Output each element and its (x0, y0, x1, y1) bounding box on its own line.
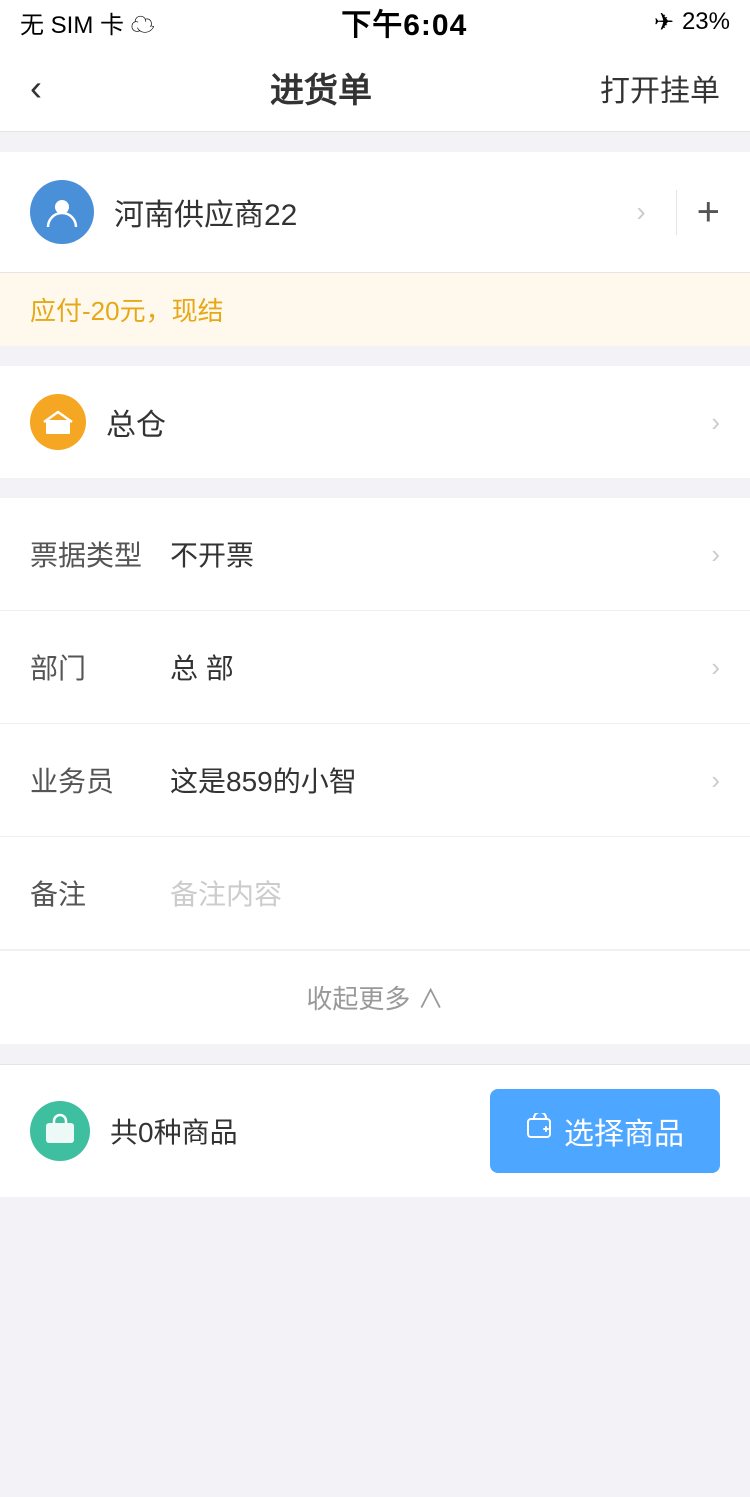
invoice-type-row[interactable]: 票据类型 不开票 › (0, 498, 750, 611)
department-row[interactable]: 部门 总 部 › (0, 611, 750, 724)
section-gap-1 (0, 132, 750, 152)
warehouse-name: 总仓 (106, 400, 711, 444)
bottom-bar: 共0种商品 选择商品 (0, 1064, 750, 1197)
status-right: ✈ 23% (654, 8, 730, 37)
select-product-label: 选择商品 (564, 1109, 684, 1153)
battery-text: 23% (682, 8, 730, 36)
location-icon: ✈ (654, 8, 674, 37)
status-time: 下午6:04 (341, 0, 467, 44)
department-value: 总 部 (170, 647, 711, 687)
section-gap-2 (0, 346, 750, 366)
background-fill (0, 1197, 750, 1497)
section-gap-4 (0, 1044, 750, 1064)
alert-text: 应付-20元，现结 (30, 296, 224, 326)
salesperson-value: 这是859的小智 (170, 760, 711, 800)
salesperson-label: 业务员 (30, 760, 170, 800)
product-icon (30, 1101, 90, 1161)
open-pending-button[interactable]: 打开挂单 (600, 66, 720, 110)
department-label: 部门 (30, 647, 170, 687)
supplier-row[interactable]: 河南供应商22 › + (0, 152, 750, 273)
collapse-row[interactable]: 收起更多 ∧ (0, 950, 750, 1044)
invoice-type-chevron-icon: › (711, 539, 720, 570)
collapse-text: 收起更多 ∧ (306, 979, 443, 1016)
form-section: 票据类型 不开票 › 部门 总 部 › 业务员 这是859的小智 › 备注 备注… (0, 498, 750, 1044)
remark-label: 备注 (30, 873, 170, 913)
supplier-chevron-icon: › (636, 196, 645, 228)
product-count: 共0种商品 (110, 1111, 490, 1151)
select-product-icon (526, 1113, 554, 1149)
add-supplier-button[interactable]: + (676, 190, 720, 235)
select-product-button[interactable]: 选择商品 (490, 1089, 720, 1173)
status-left: 无 SIM 卡 ☁ (20, 5, 155, 40)
nav-bar: ‹ 进货单 打开挂单 (0, 44, 750, 132)
alert-banner: 应付-20元，现结 (0, 273, 750, 346)
warehouse-icon (30, 394, 86, 450)
warehouse-section: 总仓 › (0, 366, 750, 478)
remark-input[interactable]: 备注内容 (170, 873, 720, 913)
salesperson-chevron-icon: › (711, 765, 720, 796)
signal-text: 无 SIM 卡 ☁ (20, 5, 155, 40)
invoice-type-label: 票据类型 (30, 534, 170, 574)
warehouse-row[interactable]: 总仓 › (0, 366, 750, 478)
page-title: 进货单 (270, 63, 372, 112)
status-bar: 无 SIM 卡 ☁ 下午6:04 ✈ 23% (0, 0, 750, 44)
section-gap-3 (0, 478, 750, 498)
remark-row[interactable]: 备注 备注内容 (0, 837, 750, 950)
supplier-avatar (30, 180, 94, 244)
invoice-type-value: 不开票 (170, 534, 711, 574)
back-button[interactable]: ‹ (30, 67, 42, 109)
department-chevron-icon: › (711, 652, 720, 683)
supplier-section: 河南供应商22 › + 应付-20元，现结 (0, 152, 750, 346)
supplier-name: 河南供应商22 (114, 190, 636, 234)
warehouse-chevron-icon: › (711, 407, 720, 438)
salesperson-row[interactable]: 业务员 这是859的小智 › (0, 724, 750, 837)
